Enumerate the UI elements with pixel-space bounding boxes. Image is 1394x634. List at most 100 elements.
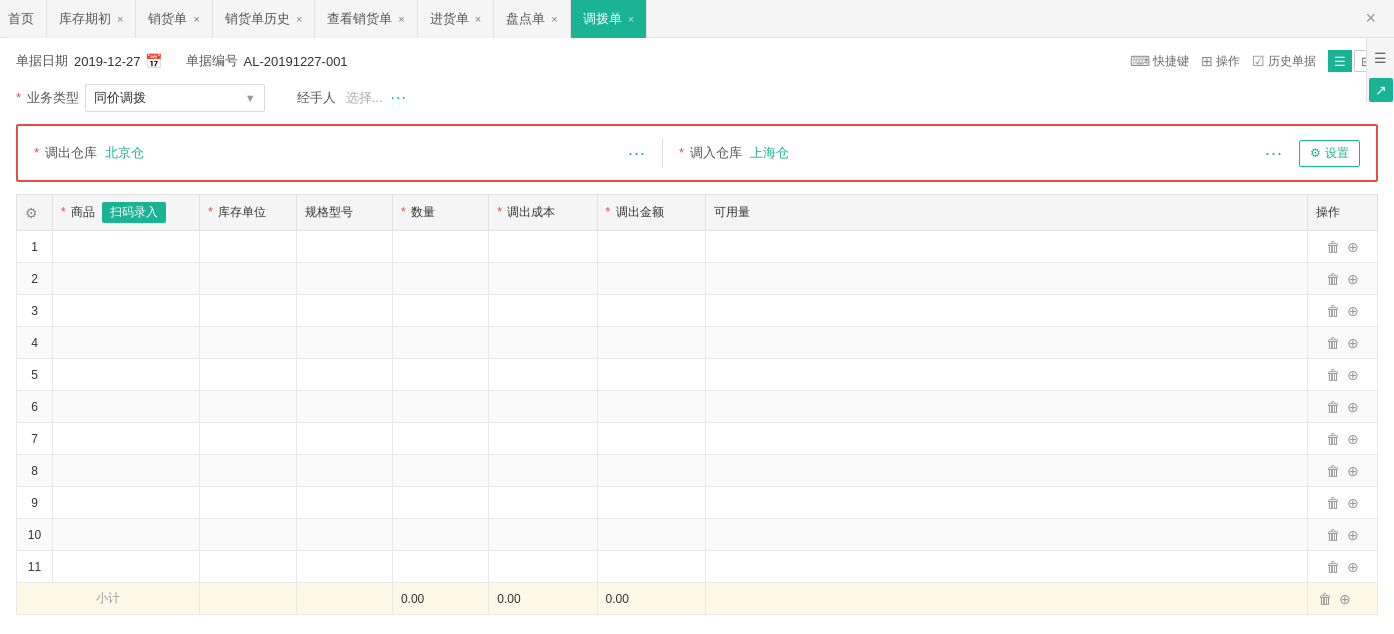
copy-icon[interactable]: ⊕ xyxy=(1347,303,1359,319)
product-cell[interactable] xyxy=(53,327,200,359)
spec-cell[interactable] xyxy=(296,391,392,423)
cost-cell[interactable] xyxy=(489,231,597,263)
calendar-icon[interactable]: 📅 xyxy=(145,53,162,69)
spec-cell[interactable] xyxy=(296,359,392,391)
amount-cell[interactable] xyxy=(597,519,705,551)
amount-cell[interactable] xyxy=(597,391,705,423)
copy-icon[interactable]: ⊕ xyxy=(1347,399,1359,415)
copy-icon[interactable]: ⊕ xyxy=(1347,367,1359,383)
handler-more-icon[interactable]: ··· xyxy=(391,89,407,107)
quantity-cell[interactable] xyxy=(392,423,488,455)
spec-cell[interactable] xyxy=(296,327,392,359)
cost-cell[interactable] xyxy=(489,327,597,359)
delete-icon[interactable]: 🗑 xyxy=(1326,335,1340,351)
copy-icon[interactable]: ⊕ xyxy=(1347,527,1359,543)
available-cell[interactable] xyxy=(705,487,1307,519)
cost-cell[interactable] xyxy=(489,455,597,487)
available-cell[interactable] xyxy=(705,231,1307,263)
subtotal-copy-icon[interactable]: ⊕ xyxy=(1339,591,1351,607)
unit-cell[interactable] xyxy=(200,263,296,295)
cost-cell[interactable] xyxy=(489,295,597,327)
cost-cell[interactable] xyxy=(489,263,597,295)
tab-sales[interactable]: 销货单 × xyxy=(136,0,212,38)
tab-view-sales[interactable]: 查看销货单 × xyxy=(315,0,417,38)
delete-icon[interactable]: 🗑 xyxy=(1326,239,1340,255)
amount-cell[interactable] xyxy=(597,359,705,391)
unit-cell[interactable] xyxy=(200,391,296,423)
amount-cell[interactable] xyxy=(597,551,705,583)
tab-purchase[interactable]: 进货单 × xyxy=(418,0,494,38)
tab-inventory[interactable]: 盘点单 × xyxy=(494,0,570,38)
shortcut-button[interactable]: ⌨ 快捷键 xyxy=(1130,53,1189,70)
tab-transfer[interactable]: 调拨单 × xyxy=(571,0,647,38)
cost-cell[interactable] xyxy=(489,423,597,455)
th-settings[interactable]: ⚙ xyxy=(17,195,53,231)
amount-cell[interactable] xyxy=(597,231,705,263)
tab-sales-history[interactable]: 销货单历史 × xyxy=(213,0,315,38)
operations-button[interactable]: ⊞ 操作 xyxy=(1201,53,1240,70)
spec-cell[interactable] xyxy=(296,263,392,295)
tab-close-view-sales[interactable]: × xyxy=(398,13,404,25)
cost-cell[interactable] xyxy=(489,391,597,423)
tab-close-purchase[interactable]: × xyxy=(475,13,481,25)
delete-icon[interactable]: 🗑 xyxy=(1326,367,1340,383)
quantity-cell[interactable] xyxy=(392,391,488,423)
copy-icon[interactable]: ⊕ xyxy=(1347,335,1359,351)
history-button[interactable]: ☑ 历史单据 xyxy=(1252,53,1316,70)
sidebar-list-icon[interactable]: ☰ xyxy=(1369,46,1393,70)
available-cell[interactable] xyxy=(705,455,1307,487)
quantity-cell[interactable] xyxy=(392,327,488,359)
unit-cell[interactable] xyxy=(200,327,296,359)
delete-icon[interactable]: 🗑 xyxy=(1326,527,1340,543)
available-cell[interactable] xyxy=(705,391,1307,423)
amount-cell[interactable] xyxy=(597,455,705,487)
quantity-cell[interactable] xyxy=(392,231,488,263)
spec-cell[interactable] xyxy=(296,487,392,519)
out-warehouse-more-icon[interactable]: ··· xyxy=(620,143,654,164)
subtotal-delete-icon[interactable]: 🗑 xyxy=(1318,591,1332,607)
delete-icon[interactable]: 🗑 xyxy=(1326,303,1340,319)
copy-icon[interactable]: ⊕ xyxy=(1347,271,1359,287)
tab-home[interactable]: 首页 xyxy=(8,0,47,38)
handler-placeholder[interactable]: 选择... xyxy=(346,89,383,107)
unit-cell[interactable] xyxy=(200,359,296,391)
product-cell[interactable] xyxy=(53,455,200,487)
unit-cell[interactable] xyxy=(200,487,296,519)
product-cell[interactable] xyxy=(53,487,200,519)
unit-cell[interactable] xyxy=(200,423,296,455)
spec-cell[interactable] xyxy=(296,519,392,551)
delete-icon[interactable]: 🗑 xyxy=(1326,463,1340,479)
quantity-cell[interactable] xyxy=(392,359,488,391)
available-cell[interactable] xyxy=(705,327,1307,359)
scan-button[interactable]: 扫码录入 xyxy=(102,202,166,223)
delete-icon[interactable]: 🗑 xyxy=(1326,431,1340,447)
in-warehouse-value[interactable]: 上海仓 xyxy=(750,144,789,162)
product-cell[interactable] xyxy=(53,359,200,391)
spec-cell[interactable] xyxy=(296,551,392,583)
available-cell[interactable] xyxy=(705,423,1307,455)
product-cell[interactable] xyxy=(53,551,200,583)
tab-close-inventory[interactable]: × xyxy=(551,13,557,25)
available-cell[interactable] xyxy=(705,295,1307,327)
copy-icon[interactable]: ⊕ xyxy=(1347,463,1359,479)
settings-button[interactable]: ⚙ 设置 xyxy=(1299,140,1360,167)
unit-cell[interactable] xyxy=(200,519,296,551)
delete-icon[interactable]: 🗑 xyxy=(1326,559,1340,575)
copy-icon[interactable]: ⊕ xyxy=(1347,559,1359,575)
spec-cell[interactable] xyxy=(296,423,392,455)
tab-close-sales[interactable]: × xyxy=(193,13,199,25)
delete-icon[interactable]: 🗑 xyxy=(1326,399,1340,415)
business-type-select[interactable]: 同价调拨 ▼ xyxy=(85,84,265,112)
in-warehouse-more-icon[interactable]: ··· xyxy=(1257,143,1291,164)
cost-cell[interactable] xyxy=(489,519,597,551)
spec-cell[interactable] xyxy=(296,455,392,487)
unit-cell[interactable] xyxy=(200,551,296,583)
delete-icon[interactable]: 🗑 xyxy=(1326,495,1340,511)
product-cell[interactable] xyxy=(53,423,200,455)
quantity-cell[interactable] xyxy=(392,295,488,327)
amount-cell[interactable] xyxy=(597,423,705,455)
product-cell[interactable] xyxy=(53,263,200,295)
product-cell[interactable] xyxy=(53,391,200,423)
product-cell[interactable] xyxy=(53,519,200,551)
copy-icon[interactable]: ⊕ xyxy=(1347,239,1359,255)
